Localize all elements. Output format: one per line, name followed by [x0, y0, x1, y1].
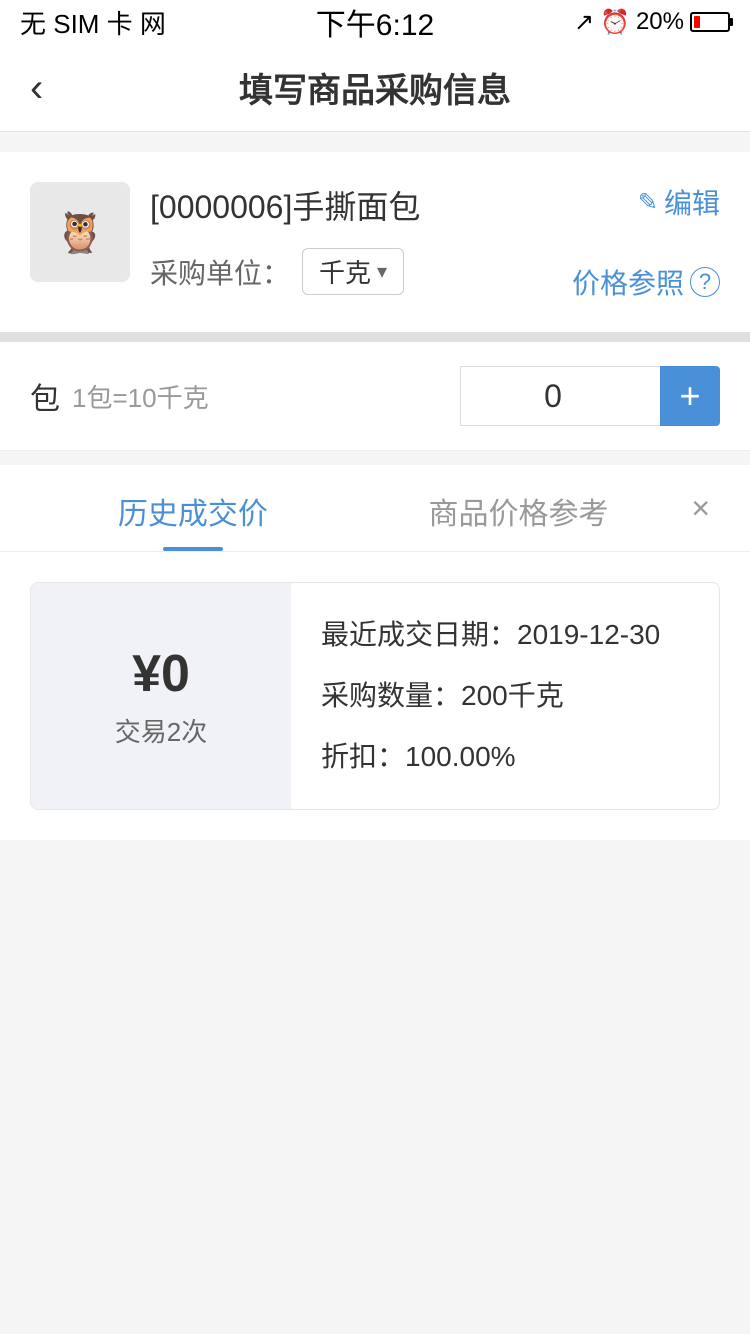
quantity-plus-button[interactable]: +	[660, 366, 720, 426]
divider	[0, 332, 750, 342]
quantity-row: 包 1包=10千克 +	[0, 342, 750, 451]
location-icon: ↗	[574, 8, 594, 37]
tab-close-button[interactable]: ×	[681, 472, 720, 544]
unit-value: 千克	[319, 253, 371, 290]
transaction-summary: ¥0 交易2次	[31, 583, 291, 809]
status-time: 下午6:12	[316, 0, 434, 44]
status-left: 无 SIM 卡 网	[20, 4, 166, 41]
tab-content: ¥0 交易2次 最近成交日期：2019-12-30 采购数量：200千克 折扣：…	[0, 552, 750, 840]
price-reference-button[interactable]: 价格参照 ?	[572, 262, 720, 302]
battery-percent: 20%	[636, 8, 684, 36]
product-left: 🦉 [0000006]手撕面包 采购单位： 千克 ▾	[30, 182, 572, 295]
transaction-details: 最近成交日期：2019-12-30 采购数量：200千克 折扣：100.00%	[291, 583, 719, 809]
page-title: 填写商品采购信息	[239, 63, 511, 112]
unit-tag: 包	[30, 374, 60, 418]
chevron-down-icon: ▾	[377, 259, 387, 284]
quantity-label: 包 1包=10千克	[30, 374, 209, 418]
tab-price-reference[interactable]: 商品价格参考	[356, 465, 682, 551]
unit-select[interactable]: 千克 ▾	[302, 248, 404, 295]
edit-icon: ✎	[638, 188, 658, 217]
product-card: 🦉 [0000006]手撕面包 采购单位： 千克 ▾ ✎ 编辑	[0, 152, 750, 332]
recent-date: 最近成交日期：2019-12-30	[321, 613, 689, 658]
tabs-section: 历史成交价 商品价格参考 × ¥0 交易2次 最近成交日期：2019-12-30…	[0, 465, 750, 840]
purchase-unit-label: 采购单位：	[150, 252, 290, 292]
product-actions: ✎ 编辑 价格参照 ?	[572, 182, 720, 302]
discount: 折扣：100.00%	[321, 735, 689, 780]
status-right: ↗ ⏰ 20%	[574, 8, 730, 37]
product-info: [0000006]手撕面包 采购单位： 千克 ▾	[150, 182, 572, 295]
transaction-price: ¥0	[132, 644, 190, 704]
product-header: 🦉 [0000006]手撕面包 采购单位： 千克 ▾ ✎ 编辑	[30, 182, 720, 302]
status-bar: 无 SIM 卡 网 下午6:12 ↗ ⏰ 20%	[0, 0, 750, 44]
purchase-unit-row: 采购单位： 千克 ▾	[150, 248, 572, 295]
help-icon: ?	[690, 267, 720, 297]
battery-icon	[690, 12, 730, 32]
purchase-qty: 采购数量：200千克	[321, 674, 689, 719]
back-button[interactable]: ‹	[30, 68, 43, 108]
product-logo-icon: 🦉	[55, 209, 105, 256]
alarm-icon: ⏰	[600, 8, 630, 37]
product-thumbnail: 🦉	[30, 182, 130, 282]
product-name: [0000006]手撕面包	[150, 182, 572, 228]
quantity-input-group: +	[460, 366, 720, 426]
tabs-header: 历史成交价 商品价格参考 ×	[0, 465, 750, 552]
quantity-input[interactable]	[460, 366, 660, 426]
transaction-count: 交易2次	[115, 712, 207, 749]
nav-bar: ‹ 填写商品采购信息	[0, 44, 750, 132]
transaction-card: ¥0 交易2次 最近成交日期：2019-12-30 采购数量：200千克 折扣：…	[30, 582, 720, 810]
plus-icon: +	[679, 375, 700, 417]
unit-conversion: 1包=10千克	[72, 378, 209, 415]
edit-button[interactable]: ✎ 编辑	[638, 182, 720, 222]
tab-history-price[interactable]: 历史成交价	[30, 465, 356, 551]
